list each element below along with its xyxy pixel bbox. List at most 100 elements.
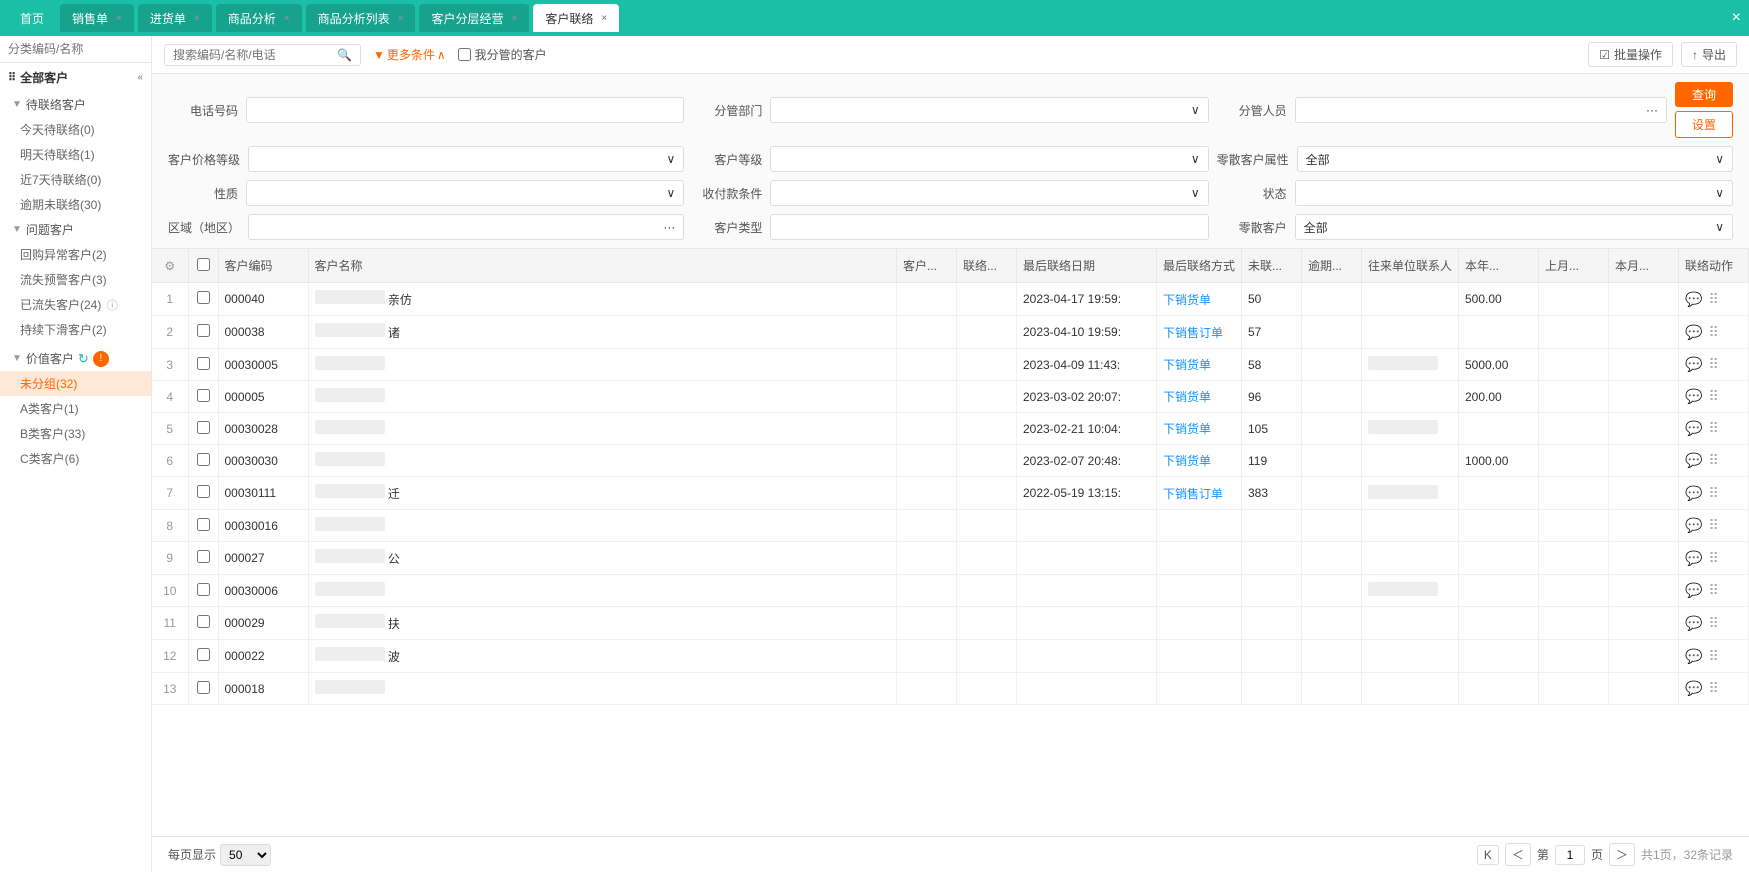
message-icon[interactable]: 💬 [1685, 648, 1702, 665]
close-product-analysis-tab[interactable]: × [284, 13, 290, 24]
last-way-link[interactable]: 下销售订单 [1163, 487, 1223, 501]
message-icon[interactable]: 💬 [1685, 452, 1702, 469]
sidebar-item-7days-pending[interactable]: 近7天待联络(0) [0, 167, 151, 192]
sidebar-item-class-c[interactable]: C类客户(6) [0, 446, 151, 471]
grid-action-icon[interactable]: ⠿ [1708, 582, 1718, 599]
message-icon[interactable]: 💬 [1685, 388, 1702, 405]
settings-icon[interactable]: ⚙ [164, 259, 175, 273]
th-type[interactable]: 客户... [896, 249, 956, 283]
sidebar-item-churn-warning[interactable]: 流失预警客户(3) [0, 267, 151, 292]
cell-check[interactable] [188, 316, 218, 349]
last-way-link[interactable]: 下销货单 [1163, 293, 1211, 307]
all-customers-header[interactable]: ⠿ 全部客户 « [0, 63, 151, 92]
sidebar-item-ungroup[interactable]: 未分组(32) [0, 371, 151, 396]
message-icon[interactable]: 💬 [1685, 485, 1702, 502]
message-icon[interactable]: 💬 [1685, 356, 1702, 373]
row-checkbox[interactable] [197, 389, 210, 402]
cell-check[interactable] [188, 349, 218, 381]
grid-action-icon[interactable]: ⠿ [1708, 291, 1718, 308]
row-checkbox[interactable] [197, 518, 210, 531]
cell-check[interactable] [188, 673, 218, 705]
row-checkbox[interactable] [197, 421, 210, 434]
more-conditions-btn[interactable]: ▼ 更多条件 ∧ [373, 46, 446, 63]
tab-home[interactable]: 首页 [8, 4, 56, 32]
message-icon[interactable]: 💬 [1685, 615, 1702, 632]
grid-action-icon[interactable]: ⠿ [1708, 356, 1718, 373]
last-way-link[interactable]: 下销货单 [1163, 390, 1211, 404]
cell-check[interactable] [188, 413, 218, 445]
grid-action-icon[interactable]: ⠿ [1708, 550, 1718, 567]
sidebar-item-class-b[interactable]: B类客户(33) [0, 421, 151, 446]
person-select[interactable]: ··· [1295, 97, 1667, 123]
problem-group-header[interactable]: ▼ 问题客户 [0, 217, 151, 242]
message-icon[interactable]: 💬 [1685, 517, 1702, 534]
grid-action-icon[interactable]: ⠿ [1708, 452, 1718, 469]
grid-action-icon[interactable]: ⠿ [1708, 324, 1718, 341]
tab-purchase[interactable]: 进货单 × [138, 4, 212, 32]
th-last-date[interactable]: 最后联络日期 [1016, 249, 1156, 283]
customer-level-select[interactable]: ∨ [770, 146, 1208, 172]
export-btn[interactable]: ↑ 导出 [1681, 42, 1737, 67]
cell-check[interactable] [188, 510, 218, 542]
row-checkbox[interactable] [197, 485, 210, 498]
cell-check[interactable] [188, 640, 218, 673]
retail-customer-select[interactable]: 全部 ∨ [1295, 214, 1733, 240]
batch-btn[interactable]: ☑ 批量操作 [1588, 42, 1673, 67]
cell-check[interactable] [188, 381, 218, 413]
tab-product-list[interactable]: 商品分析列表 × [306, 4, 416, 32]
my-customers-checkbox[interactable]: 我分管的客户 [458, 46, 547, 63]
th-this-month[interactable]: 本月... [1609, 249, 1679, 283]
grid-action-icon[interactable]: ⠿ [1708, 485, 1718, 502]
tab-sales[interactable]: 销售单 × [60, 4, 134, 32]
tab-product-analysis[interactable]: 商品分析 × [216, 4, 302, 32]
grid-action-icon[interactable]: ⠿ [1708, 648, 1718, 665]
last-way-link[interactable]: 下销货单 [1163, 358, 1211, 372]
my-customers-check[interactable] [458, 48, 471, 61]
search-icon[interactable]: 🔍 [337, 48, 352, 62]
close-customer-segment-tab[interactable]: × [511, 13, 517, 24]
sidebar-item-declining[interactable]: 持续下滑客户(2) [0, 317, 151, 342]
close-purchase-tab[interactable]: × [194, 13, 200, 24]
payment-select[interactable]: ∨ [770, 180, 1208, 206]
row-checkbox[interactable] [197, 324, 210, 337]
pending-group-header[interactable]: ▼ 待联络客户 [0, 92, 151, 117]
cell-check[interactable] [188, 575, 218, 607]
th-settings[interactable]: ⚙ [152, 249, 188, 283]
sidebar-item-today-pending[interactable]: 今天待联络(0) [0, 117, 151, 142]
th-check[interactable] [188, 249, 218, 283]
page-input[interactable] [1555, 845, 1585, 865]
nature-select[interactable]: ∨ [246, 180, 684, 206]
tab-customer-contact[interactable]: 客户联络 × [533, 4, 619, 32]
prev-page-btn[interactable]: ＜ [1505, 843, 1531, 866]
row-checkbox[interactable] [197, 583, 210, 596]
close-sales-tab[interactable]: × [116, 13, 122, 24]
reset-btn[interactable]: 设置 [1675, 111, 1733, 138]
message-icon[interactable]: 💬 [1685, 582, 1702, 599]
dept-select[interactable]: ∨ [770, 97, 1208, 123]
grid-action-icon[interactable]: ⠿ [1708, 420, 1718, 437]
value-group-header[interactable]: ▼ 价值客户 ↻ ! [0, 346, 151, 371]
row-checkbox[interactable] [197, 648, 210, 661]
th-last-way[interactable]: 最后联络方式 [1156, 249, 1241, 283]
message-icon[interactable]: 💬 [1685, 291, 1702, 308]
row-checkbox[interactable] [197, 681, 210, 694]
query-btn[interactable]: 查询 [1675, 82, 1733, 107]
region-select[interactable]: ··· [248, 214, 684, 240]
cell-check[interactable] [188, 445, 218, 477]
row-checkbox[interactable] [197, 291, 210, 304]
message-icon[interactable]: 💬 [1685, 324, 1702, 341]
collapse-sidebar-icon[interactable]: « [137, 72, 143, 83]
last-way-link[interactable]: 下销售订单 [1163, 326, 1223, 340]
page-size-select[interactable]: 50 100 200 [220, 844, 271, 866]
cell-check[interactable] [188, 607, 218, 640]
cell-check[interactable] [188, 477, 218, 510]
message-icon[interactable]: 💬 [1685, 680, 1702, 697]
tab-customer-segment[interactable]: 客户分层经营 × [419, 4, 529, 32]
row-checkbox[interactable] [197, 357, 210, 370]
cell-check[interactable] [188, 542, 218, 575]
search-input[interactable] [173, 48, 333, 62]
grid-action-icon[interactable]: ⠿ [1708, 388, 1718, 405]
th-code[interactable]: 客户编码 [218, 249, 308, 283]
sidebar-search-input[interactable] [8, 42, 152, 56]
value-refresh-icon[interactable]: ↻ [78, 351, 89, 367]
